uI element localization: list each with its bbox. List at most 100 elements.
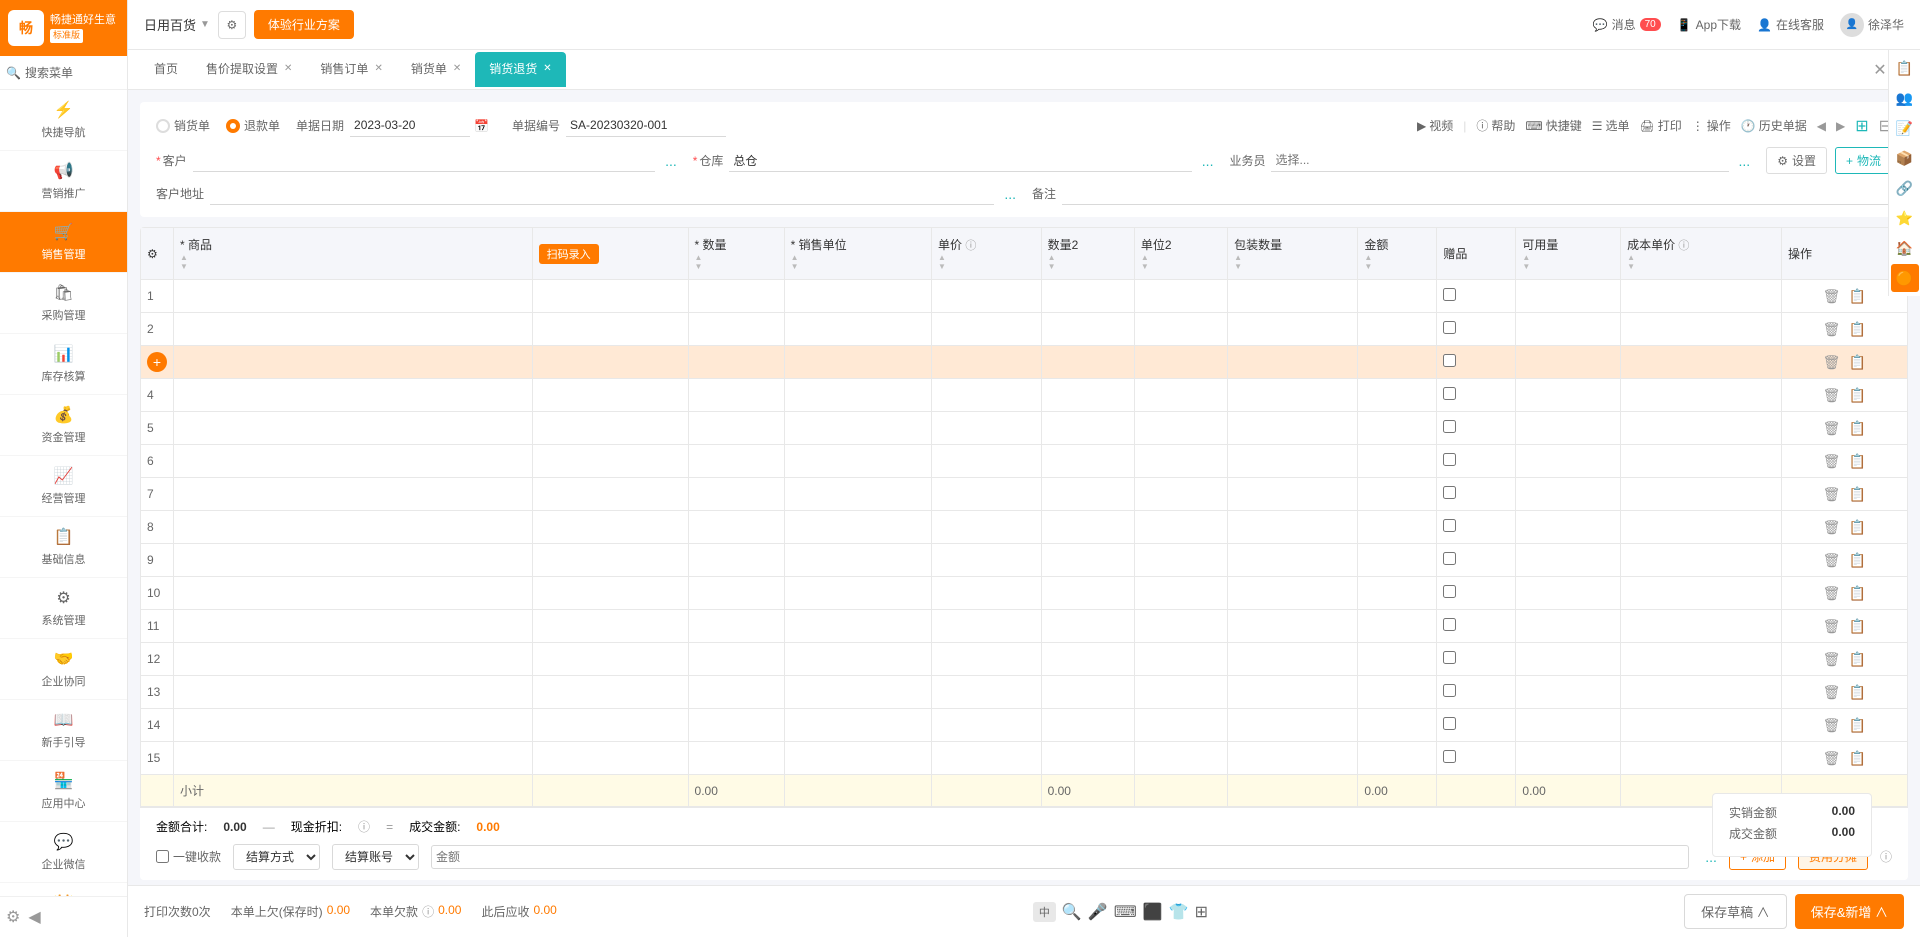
sidebar-item-inventory[interactable]: 📊 库存核算 <box>0 334 127 395</box>
sidebar-item-appstore[interactable]: 🏪 应用中心 <box>0 761 127 822</box>
sidebar-item-enterprise[interactable]: 🤝 企业协同 <box>0 639 127 700</box>
settlement-select[interactable]: 结算方式 <box>233 844 320 870</box>
sidebar-item-marketing[interactable]: 📢 营销推广 <box>0 151 127 212</box>
address-picker[interactable]: ... <box>1004 186 1016 202</box>
delete-row-button[interactable]: 🗑 <box>1821 517 1841 537</box>
toolbar-grid-view[interactable]: ⊞ <box>1855 116 1868 136</box>
sidebar-item-shortcut[interactable]: ⚡ 快捷导航 <box>0 90 127 151</box>
tab-sales-order[interactable]: 销售订单 ✕ <box>306 52 396 87</box>
sidebar-item-basic[interactable]: 📋 基础信息 <box>0 517 127 578</box>
sidebar-item-wechat[interactable]: 💬 企业微信 <box>0 822 127 883</box>
delete-row-button[interactable]: 🗑 <box>1821 319 1841 339</box>
sidebar-item-operation[interactable]: 📈 经营管理 <box>0 456 127 517</box>
delete-row-button[interactable]: 🗑 <box>1821 352 1841 372</box>
toolbar-shortcut[interactable]: ⌨ 快捷键 <box>1525 117 1581 134</box>
gift-checkbox[interactable] <box>1443 354 1456 367</box>
tab-sales-bill[interactable]: 销货单 ✕ <box>397 52 475 87</box>
toolbar-history[interactable]: 🕐 历史单据 <box>1741 117 1807 134</box>
right-sidebar-favorite[interactable]: ⭐ <box>1891 204 1919 232</box>
gift-checkbox[interactable] <box>1443 420 1456 433</box>
one-click-collect-checkbox[interactable]: 一键收款 <box>156 848 221 865</box>
save-new-button[interactable]: 保存&新增 ∧ <box>1795 894 1904 929</box>
delete-row-button[interactable]: 🗑 <box>1821 583 1841 603</box>
grid-icon[interactable]: ⊞ <box>1195 902 1208 922</box>
sidebar-item-system[interactable]: ⚙ 系统管理 <box>0 578 127 639</box>
gift-checkbox[interactable] <box>1443 552 1456 565</box>
app-download-button[interactable]: 📱 App下载 <box>1677 16 1741 33</box>
delete-row-button[interactable]: 🗑 <box>1821 418 1841 438</box>
right-sidebar-link[interactable]: 🔗 <box>1891 174 1919 202</box>
gift-checkbox[interactable] <box>1443 486 1456 499</box>
tab-price-setting[interactable]: 售价提取设置 ✕ <box>192 52 306 87</box>
tab-home[interactable]: 首页 <box>140 52 192 87</box>
copy-row-button[interactable]: 📋 <box>1847 550 1867 570</box>
gift-checkbox[interactable] <box>1443 684 1456 697</box>
delete-row-button[interactable]: 🗑 <box>1821 385 1841 405</box>
close-tab-price-setting[interactable]: ✕ <box>284 63 292 74</box>
gift-checkbox[interactable] <box>1443 585 1456 598</box>
copy-row-button[interactable]: 📋 <box>1847 748 1867 768</box>
delete-row-button[interactable]: 🗑 <box>1821 715 1841 735</box>
module-selector[interactable]: 日用百货 ▼ <box>144 15 210 34</box>
delete-row-button[interactable]: 🗑 <box>1821 484 1841 504</box>
copy-row-button[interactable]: 📋 <box>1847 649 1867 669</box>
keyboard-icon[interactable]: ⌨ <box>1114 902 1137 922</box>
warehouse-input[interactable] <box>729 149 1191 172</box>
sidebar-item-finance[interactable]: 💰 资金管理 <box>0 395 127 456</box>
tab-sales-return[interactable]: 销货退货 ✕ <box>475 52 565 87</box>
product-input[interactable] <box>180 355 526 369</box>
sidebar-item-member[interactable]: 👑 畅会员 <box>0 883 127 896</box>
copy-row-button[interactable]: 📋 <box>1847 484 1867 504</box>
settings-icon[interactable]: ⚙ <box>6 907 20 927</box>
gift-checkbox[interactable] <box>1443 321 1456 334</box>
right-sidebar-contacts[interactable]: 👥 <box>1891 84 1919 112</box>
header-gear-button[interactable]: ⚙ <box>218 11 246 39</box>
th-gear[interactable]: ⚙ <box>141 228 174 280</box>
right-sidebar-package[interactable]: 📦 <box>1891 144 1919 172</box>
gift-checkbox[interactable] <box>1443 288 1456 301</box>
right-sidebar-notes[interactable]: 📋 <box>1891 54 1919 82</box>
delete-row-button[interactable]: 🗑 <box>1821 682 1841 702</box>
logistics-button[interactable]: + 物流 <box>1835 147 1892 174</box>
delete-row-button[interactable]: 🗑 <box>1821 616 1841 636</box>
toolbar-operation[interactable]: ⋮ 操作 <box>1692 117 1731 134</box>
copy-row-button[interactable]: 📋 <box>1847 517 1867 537</box>
sidebar-item-guide[interactable]: 📖 新手引导 <box>0 700 127 761</box>
order-no-input[interactable] <box>566 114 726 137</box>
sidebar-item-purchase[interactable]: 🛍 采购管理 <box>0 273 127 334</box>
copy-row-button[interactable]: 📋 <box>1847 418 1867 438</box>
toolbar-help[interactable]: ⓘ 帮助 <box>1476 117 1515 134</box>
right-sidebar-records[interactable]: 📝 <box>1891 114 1919 142</box>
collapse-icon[interactable]: ◀ <box>28 907 40 927</box>
remark-input[interactable] <box>1062 182 1892 205</box>
gift-checkbox[interactable] <box>1443 519 1456 532</box>
gift-checkbox[interactable] <box>1443 750 1456 763</box>
copy-row-button[interactable]: 📋 <box>1847 385 1867 405</box>
copy-row-button[interactable]: 📋 <box>1847 583 1867 603</box>
save-draft-button[interactable]: 保存草稿 ∧ <box>1684 894 1787 929</box>
close-tab-sales-return[interactable]: ✕ <box>543 63 551 74</box>
gift-checkbox[interactable] <box>1443 618 1456 631</box>
copy-row-button[interactable]: 📋 <box>1847 451 1867 471</box>
search-small-icon[interactable]: 🔍 <box>1062 902 1082 922</box>
delete-row-button[interactable]: 🗑 <box>1821 748 1841 768</box>
gift-checkbox[interactable] <box>1443 387 1456 400</box>
delete-row-button[interactable]: 🗑 <box>1821 286 1841 306</box>
close-all-icon[interactable]: ✕ <box>1873 60 1886 80</box>
toolbar-next[interactable]: ▶ <box>1836 119 1845 133</box>
add-row-button[interactable]: + <box>147 352 167 372</box>
radio-return-bill[interactable]: 退款单 <box>226 117 280 134</box>
experience-button[interactable]: 体验行业方案 <box>254 10 354 39</box>
delete-row-button[interactable]: 🗑 <box>1821 649 1841 669</box>
copy-row-button[interactable]: 📋 <box>1847 319 1867 339</box>
toolbar-video[interactable]: ▶ 视频 <box>1417 117 1453 134</box>
gift-checkbox[interactable] <box>1443 453 1456 466</box>
calendar-icon[interactable]: 📅 <box>474 119 489 133</box>
right-sidebar-active[interactable]: 🟠 <box>1891 264 1919 292</box>
mic-icon[interactable]: 🎤 <box>1088 902 1108 922</box>
online-service-button[interactable]: 👤 在线客服 <box>1757 16 1824 33</box>
customer-picker[interactable]: ... <box>665 153 677 169</box>
copy-row-button[interactable]: 📋 <box>1847 286 1867 306</box>
radio-sales-bill[interactable]: 销货单 <box>156 117 210 134</box>
address-input[interactable] <box>210 182 994 205</box>
